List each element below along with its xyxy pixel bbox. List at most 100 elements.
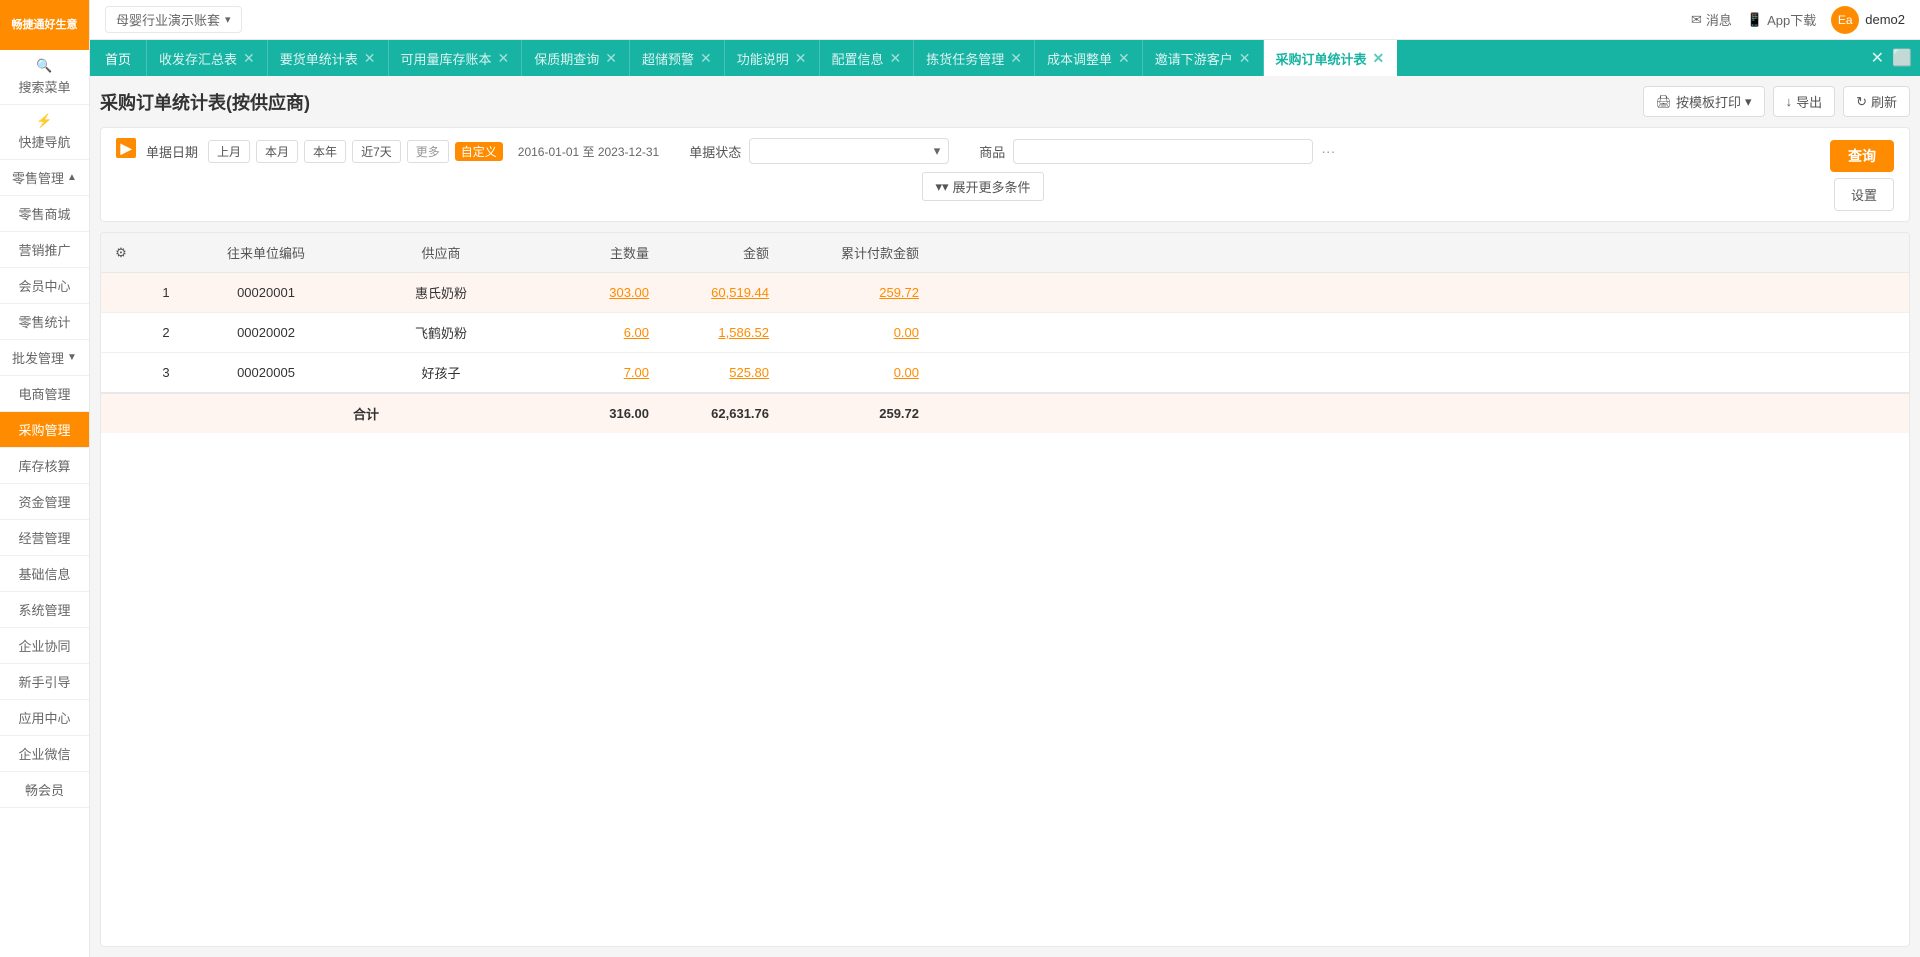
tab-超储预警[interactable]: 超储预警 ✕ — [630, 40, 725, 76]
tab-label: 超储预警 — [642, 49, 694, 68]
user-info[interactable]: Ea demo2 — [1831, 6, 1905, 34]
row-qty[interactable]: 7.00 — [541, 353, 661, 394]
sidebar-item-inventory[interactable]: 库存核算 — [0, 448, 90, 484]
sidebar-item-app-center[interactable]: 应用中心 — [0, 700, 90, 736]
workspace-selector[interactable]: 母婴行业演示账套 ▾ — [105, 6, 242, 33]
sidebar-item-marketing[interactable]: 营销推广 — [0, 232, 90, 268]
tab-close-icon[interactable]: ✕ — [890, 50, 902, 67]
sidebar-item-retail[interactable]: 零售管理 ▲ — [0, 160, 90, 196]
tab-close-icon[interactable]: ✕ — [498, 50, 510, 67]
user-name: demo2 — [1865, 12, 1905, 27]
row-paid[interactable]: 0.00 — [781, 353, 931, 394]
row-qty[interactable]: 6.00 — [541, 313, 661, 353]
sidebar-item-purchase[interactable]: 采购管理 — [0, 412, 90, 448]
tab-close-icon[interactable]: ✕ — [364, 50, 376, 67]
row-qty[interactable]: 303.00 — [541, 273, 661, 313]
tab-close-icon[interactable]: ✕ — [243, 50, 255, 67]
shortcut-7-days[interactable]: 近7天 — [352, 140, 401, 163]
sidebar-item-guide[interactable]: 新手引导 — [0, 664, 90, 700]
footer-qty: 316.00 — [541, 393, 661, 433]
tab-label: 采购订单统计表 — [1276, 49, 1367, 68]
more-icon[interactable]: ··· — [1321, 143, 1335, 159]
message-button[interactable]: ✉ 消息 — [1691, 10, 1732, 29]
shortcut-last-month[interactable]: 上月 — [208, 140, 250, 163]
sidebar-item-basic-info[interactable]: 基础信息 — [0, 556, 90, 592]
tab-home[interactable]: 首页 — [90, 40, 147, 76]
sidebar-item-finance[interactable]: 资金管理 — [0, 484, 90, 520]
tab-close-icon[interactable]: ✕ — [1373, 50, 1385, 67]
message-label: 消息 — [1706, 10, 1732, 29]
tabbar-end-actions: ✕ ⬜ — [1863, 40, 1920, 76]
tab-保质期查询[interactable]: 保质期查询 ✕ — [522, 40, 630, 76]
sidebar-item-system[interactable]: 系统管理 — [0, 592, 90, 628]
goods-input[interactable] — [1013, 139, 1313, 164]
refresh-button[interactable]: ↻ 刷新 — [1843, 86, 1910, 117]
tab-close-icon[interactable]: ✕ — [795, 50, 807, 67]
expand-button[interactable]: ▾▾ 展开更多条件 — [922, 172, 1043, 201]
tab-close-icon[interactable]: ✕ — [1239, 50, 1251, 67]
table-footer-row: 合计 316.00 62,631.76 259.72 — [101, 393, 1909, 433]
sidebar-item-retail-stats[interactable]: 零售统计 — [0, 304, 90, 340]
sidebar-item-members[interactable]: 会员中心 — [0, 268, 90, 304]
tab-功能说明[interactable]: 功能说明 ✕ — [725, 40, 820, 76]
tab-要货单统计表[interactable]: 要货单统计表 ✕ — [268, 40, 389, 76]
row-paid[interactable]: 259.72 — [781, 273, 931, 313]
th-extra — [931, 233, 1909, 273]
tab-close-icon[interactable]: ✕ — [605, 50, 617, 67]
tabbar: 首页 收发存汇总表 ✕ 要货单统计表 ✕ 可用量库存账本 ✕ 保质期查询 ✕ 超… — [90, 40, 1920, 76]
th-gear[interactable]: ⚙ — [101, 233, 141, 273]
message-icon: ✉ — [1691, 12, 1702, 28]
sidebar-item-collab[interactable]: 企业协同 — [0, 628, 90, 664]
row-paid[interactable]: 0.00 — [781, 313, 931, 353]
row-supplier: 飞鹤奶粉 — [341, 313, 541, 353]
tab-close-icon[interactable]: ✕ — [1118, 50, 1130, 67]
sidebar-item-ecommerce[interactable]: 电商管理 — [0, 376, 90, 412]
goods-label: 商品 — [979, 142, 1005, 161]
sidebar-item-search[interactable]: 🔍 搜索菜单 — [0, 50, 90, 105]
sidebar-item-operations[interactable]: 经营管理 — [0, 520, 90, 556]
sidebar-item-shortcuts[interactable]: ⚡ 快捷导航 — [0, 105, 90, 160]
shortcut-this-year[interactable]: 本年 — [304, 140, 346, 163]
tab-采购订单统计表[interactable]: 采购订单统计表 ✕ — [1264, 40, 1398, 76]
row-amount[interactable]: 525.80 — [661, 353, 781, 394]
footer-index — [141, 393, 191, 433]
sidebar-item-label: 库存核算 — [18, 456, 70, 475]
settings-button[interactable]: 设置 — [1834, 178, 1894, 211]
sidebar-item-label: 畅会员 — [25, 780, 64, 799]
sidebar-item-wechat[interactable]: 企业微信 — [0, 736, 90, 772]
collapse-button[interactable]: ▶ — [116, 138, 136, 158]
footer-label: 合计 — [341, 393, 541, 433]
tab-配置信息[interactable]: 配置信息 ✕ — [820, 40, 915, 76]
tab-收发存汇总表[interactable]: 收发存汇总表 ✕ — [147, 40, 268, 76]
shortcuts-icon: ⚡ — [36, 113, 52, 129]
query-button[interactable]: 查询 — [1830, 140, 1894, 172]
maximize-icon[interactable]: ⬜ — [1892, 48, 1912, 68]
row-amount[interactable]: 1,586.52 — [661, 313, 781, 353]
print-button[interactable]: 🖨 按模板打印 ▾ — [1643, 86, 1765, 117]
row-amount[interactable]: 60,519.44 — [661, 273, 781, 313]
page-content: 采购订单统计表(按供应商) 🖨 按模板打印 ▾ ↓ 导出 ↻ 刷新 — [90, 76, 1920, 957]
sidebar-item-label: 企业微信 — [18, 744, 70, 763]
tab-可用量库存账本[interactable]: 可用量库存账本 ✕ — [389, 40, 523, 76]
shortcut-this-month[interactable]: 本月 — [256, 140, 298, 163]
tab-close-icon[interactable]: ✕ — [1010, 50, 1022, 67]
export-button[interactable]: ↓ 导出 — [1773, 86, 1836, 117]
sidebar-item-label: 系统管理 — [18, 600, 70, 619]
row-supplier: 惠氏奶粉 — [341, 273, 541, 313]
close-all-tabs-icon[interactable]: ✕ — [1871, 48, 1884, 68]
sidebar-item-wholesale[interactable]: 批发管理 ▼ — [0, 340, 90, 376]
tab-邀请下游客户[interactable]: 邀请下游客户 ✕ — [1143, 40, 1264, 76]
status-select[interactable]: ▾ — [749, 138, 949, 164]
page-title-bar: 采购订单统计表(按供应商) 🖨 按模板打印 ▾ ↓ 导出 ↻ 刷新 — [100, 86, 1910, 117]
date-label: 单据日期 — [146, 142, 198, 161]
sidebar-item-vip[interactable]: 畅会员 — [0, 772, 90, 808]
tab-拣货任务管理[interactable]: 拣货任务管理 ✕ — [914, 40, 1035, 76]
shortcut-more[interactable]: 更多 — [407, 140, 449, 163]
tab-close-icon[interactable]: ✕ — [700, 50, 712, 67]
footer-code — [191, 393, 341, 433]
row-supplier: 好孩子 — [341, 353, 541, 394]
tab-成本调整单[interactable]: 成本调整单 ✕ — [1035, 40, 1143, 76]
app-download-button[interactable]: 📱 App下载 — [1747, 10, 1816, 29]
sidebar-item-retail-shop[interactable]: 零售商城 — [0, 196, 90, 232]
top-header: 母婴行业演示账套 ▾ ✉ 消息 📱 App下载 Ea demo2 — [90, 0, 1920, 40]
